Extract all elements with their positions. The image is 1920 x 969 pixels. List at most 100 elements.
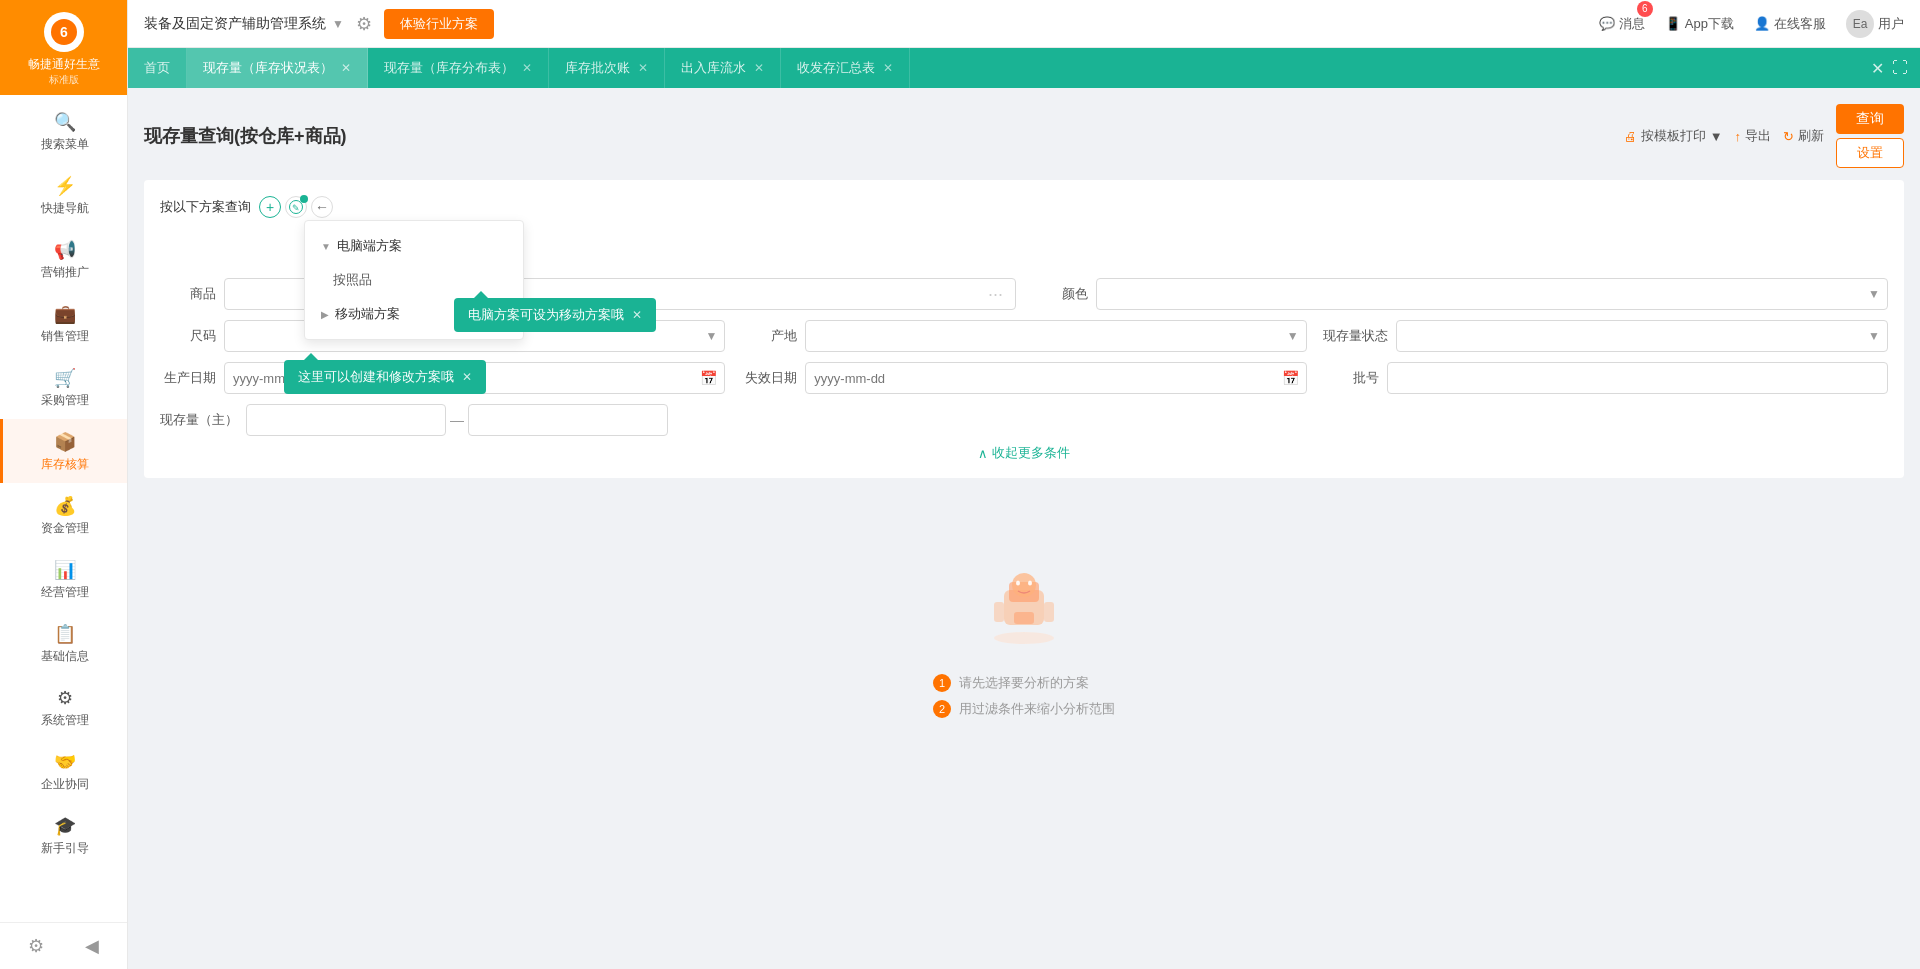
color-select[interactable]: [1096, 278, 1888, 310]
tabs-actions: ✕ ⛶: [1871, 59, 1920, 78]
batch-input[interactable]: [1387, 362, 1888, 394]
refresh-btn[interactable]: ↻ 刷新: [1783, 127, 1824, 145]
filter-header-icons: + ✎ ←: [259, 196, 333, 218]
msg-badge: 6: [1637, 1, 1653, 17]
app-download-label: App下载: [1685, 15, 1734, 33]
tab-stock-dist[interactable]: 现存量（库存分布表） ✕: [368, 48, 549, 88]
mobile-section-text: 移动端方案: [335, 305, 400, 323]
edit-scheme-btn[interactable]: ✎: [285, 196, 307, 218]
sidebar-item-sales[interactable]: 💼 销售管理: [0, 291, 127, 355]
search-main-btn[interactable]: 查询: [1836, 104, 1904, 134]
settings-icon[interactable]: ⚙: [356, 13, 372, 35]
logo-badge: 标准版: [49, 73, 79, 87]
sys-name: 装备及固定资产辅助管理系统 ▼: [144, 15, 344, 33]
sidebar-item-guide[interactable]: 🎓 新手引导: [0, 803, 127, 867]
field-batch: 批号: [1323, 362, 1888, 394]
print-chevron-icon: ▼: [1710, 129, 1723, 144]
sidebar-settings-btn[interactable]: ⚙: [28, 935, 44, 957]
user-item[interactable]: Ea 用户: [1846, 10, 1904, 38]
field-stock-status: 现存量状态 ▼: [1323, 320, 1888, 352]
industry-btn[interactable]: 体验行业方案: [384, 9, 494, 39]
tab-close-icon[interactable]: ✕: [341, 61, 351, 75]
goods-dots[interactable]: ···: [984, 284, 1007, 305]
tab-flow[interactable]: 出入库流水 ✕: [665, 48, 781, 88]
tab-stock-status[interactable]: 现存量（库存状况表） ✕: [187, 48, 368, 88]
pc-section-text: 电脑端方案: [337, 237, 402, 255]
filter-collapse-btn[interactable]: ∧ 收起更多条件: [160, 436, 1888, 462]
empty-steps: 1 请先选择要分析的方案 2 用过滤条件来缩小分析范围: [933, 674, 1115, 718]
msg-icon: 💬: [1599, 16, 1615, 31]
range-sep: —: [450, 412, 464, 428]
avatar: Ea: [1846, 10, 1874, 38]
print-btn[interactable]: 🖨 按模板打印 ▼: [1624, 127, 1723, 145]
system-nav-icon: ⚙: [57, 687, 73, 709]
sidebar-item-quick[interactable]: ⚡ 快捷导航: [0, 163, 127, 227]
edit-tooltip: 这里可以创建和修改方案哦 ✕: [284, 360, 486, 394]
origin-select[interactable]: [805, 320, 1306, 352]
stock-qty-max[interactable]: [468, 404, 668, 436]
field-expire-date: 失效日期 📅: [741, 362, 1306, 394]
add-scheme-btn[interactable]: +: [259, 196, 281, 218]
triangle-icon: ▶: [321, 309, 329, 320]
tab-batch[interactable]: 库存批次账 ✕: [549, 48, 665, 88]
tab-close-icon[interactable]: ✕: [754, 61, 764, 75]
sidebar-item-search[interactable]: 🔍 搜索菜单: [0, 99, 127, 163]
operations-nav-icon: 📊: [54, 559, 76, 581]
sidebar-logo: 6 畅捷通好生意 标准版: [0, 0, 127, 95]
svg-point-9: [1028, 581, 1032, 586]
pc-section-label: ▼ 电脑端方案: [305, 229, 523, 263]
user-label: 用户: [1878, 15, 1904, 33]
svg-text:✎: ✎: [292, 203, 300, 213]
arrow-left-btn[interactable]: ←: [311, 196, 333, 218]
tooltip-close-btn2[interactable]: ✕: [462, 370, 472, 384]
tooltip-close-btn[interactable]: ✕: [632, 308, 642, 322]
export-btn[interactable]: ↑ 导出: [1735, 127, 1772, 145]
page-content: 现存量查询(按仓库+商品) 🖨 按模板打印 ▼ ↑ 导出 ↻ 刷新 查询 设置: [128, 88, 1920, 969]
sidebar-item-operations[interactable]: 📊 经营管理: [0, 547, 127, 611]
tab-summary[interactable]: 收发存汇总表 ✕: [781, 48, 910, 88]
tab-home[interactable]: 首页: [128, 48, 187, 88]
tab-fullscreen-icon[interactable]: ⛶: [1892, 59, 1908, 77]
field-stock-qty: 现存量（主） —: [160, 404, 1888, 436]
sidebar-item-label: 营销推广: [41, 264, 89, 281]
scheme-item-pc[interactable]: 按照品: [305, 263, 523, 297]
empty-step-2: 2 用过滤条件来缩小分析范围: [933, 700, 1115, 718]
sidebar-item-enterprise[interactable]: 🤝 企业协同: [0, 739, 127, 803]
expire-date-start[interactable]: [805, 362, 1306, 394]
sidebar-item-finance[interactable]: 💰 资金管理: [0, 483, 127, 547]
app-download-item[interactable]: 📱 App下载: [1665, 15, 1734, 33]
tab-close-icon[interactable]: ✕: [522, 61, 532, 75]
print-label: 按模板打印: [1641, 127, 1706, 145]
page-title: 现存量查询(按仓库+商品): [144, 124, 347, 148]
color-label: 颜色: [1032, 285, 1088, 303]
phone-icon: 📱: [1665, 16, 1681, 31]
filter-panel: 按以下方案查询 + ✎ ← ▼ 电脑端: [144, 180, 1904, 478]
header: 装备及固定资产辅助管理系统 ▼ ⚙ 体验行业方案 💬 6 消息 📱 App下载 …: [128, 0, 1920, 48]
svg-point-8: [1016, 581, 1020, 586]
edit-tooltip-text: 这里可以创建和修改方案哦: [298, 368, 454, 386]
sidebar-item-system[interactable]: ⚙ 系统管理: [0, 675, 127, 739]
msg-item[interactable]: 💬 6 消息: [1599, 15, 1645, 33]
sidebar-item-marketing[interactable]: 📢 营销推广: [0, 227, 127, 291]
online-service-item[interactable]: 👤 在线客服: [1754, 15, 1826, 33]
sidebar-item-basic[interactable]: 📋 基础信息: [0, 611, 127, 675]
tab-minimize-icon[interactable]: ✕: [1871, 59, 1884, 78]
msg-label: 消息: [1619, 15, 1645, 33]
color-select-wrap: ▼: [1096, 278, 1888, 310]
refresh-label: 刷新: [1798, 127, 1824, 145]
stock-qty-label: 现存量（主）: [160, 411, 238, 429]
sidebar-item-inventory[interactable]: 📦 库存核算: [0, 419, 127, 483]
tab-label: 出入库流水: [681, 59, 746, 77]
set-btn[interactable]: 设置: [1836, 138, 1904, 168]
tab-label: 现存量（库存状况表）: [203, 59, 333, 77]
dot-indicator: [300, 195, 308, 203]
export-label: 导出: [1745, 127, 1771, 145]
tab-close-icon[interactable]: ✕: [883, 61, 893, 75]
sidebar-collapse-btn[interactable]: ◀: [85, 935, 99, 957]
sidebar-item-label: 库存核算: [41, 456, 89, 473]
tab-close-icon[interactable]: ✕: [638, 61, 648, 75]
stock-qty-min[interactable]: [246, 404, 446, 436]
filter-row-4: 现存量（主） —: [160, 404, 1888, 436]
sidebar-item-purchase[interactable]: 🛒 采购管理: [0, 355, 127, 419]
stock-status-select[interactable]: [1396, 320, 1888, 352]
